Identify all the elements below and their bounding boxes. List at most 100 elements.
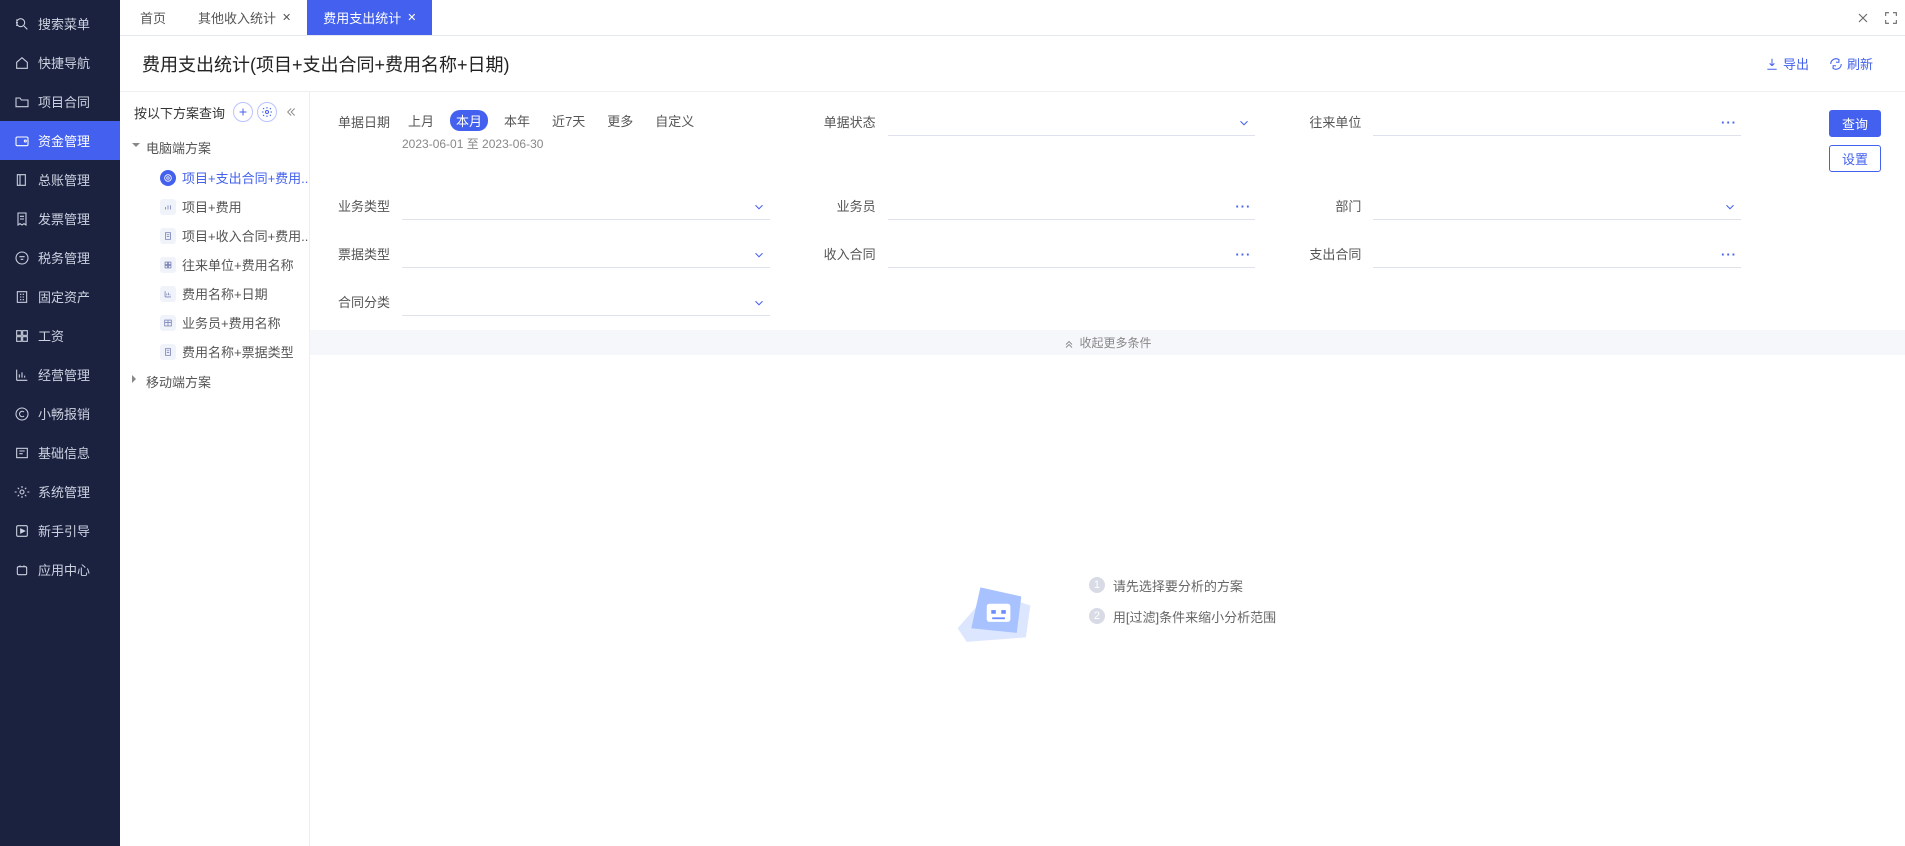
date-option-4[interactable]: 更多 (601, 110, 639, 131)
target-icon (160, 170, 176, 186)
scheme-title: 按以下方案查询 (134, 103, 225, 122)
main: 首页其他收入统计✕费用支出统计✕ 费用支出统计(项目+支出合同+费用名称+日期)… (120, 0, 1905, 846)
tree-item-0-4[interactable]: 费用名称+日期 (126, 279, 309, 308)
tab-0[interactable]: 首页 (124, 0, 182, 35)
tree-item-0-6[interactable]: 费用名称+票据类型 (126, 337, 309, 366)
expense-contract-picker[interactable]: ··· (1373, 242, 1741, 268)
sidebar-item-label: 应用中心 (38, 560, 90, 579)
sidebar-item-label: 小畅报销 (38, 404, 90, 423)
play-icon (14, 523, 30, 539)
biztype-select[interactable] (402, 194, 770, 220)
sidebar-item-3[interactable]: 资金管理 (0, 121, 120, 160)
sidebar-item-6[interactable]: 税务管理 (0, 238, 120, 277)
sidebar-item-1[interactable]: 快捷导航 (0, 43, 120, 82)
filter-expense-contract-label: 支出合同 (1305, 242, 1361, 263)
empty-step-2: 2 用[过滤]条件来缩小分析范围 (1089, 607, 1276, 626)
tree-group-1[interactable]: 移动端方案 (126, 366, 309, 397)
grid-icon (160, 257, 176, 273)
filter-biztype: 业务类型 (334, 194, 770, 220)
tree-item-0-2[interactable]: 项目+收入合同+费用... (126, 221, 309, 250)
doc-icon (160, 344, 176, 360)
tab-2[interactable]: 费用支出统计 ✕ (307, 0, 432, 35)
folder-icon (14, 94, 30, 110)
sidebar-item-14[interactable]: 应用中心 (0, 550, 120, 589)
query-button[interactable]: 查询 (1829, 110, 1881, 137)
fullscreen-button[interactable] (1877, 4, 1905, 32)
sidebar-item-5[interactable]: 发票管理 (0, 199, 120, 238)
date-options: 上月本月本年近7天更多自定义 (402, 110, 770, 131)
tab-label: 首页 (140, 8, 166, 27)
refresh-button[interactable]: 刷新 (1819, 50, 1883, 77)
sidebar-item-10[interactable]: 小畅报销 (0, 394, 120, 433)
gear-icon (14, 484, 30, 500)
settings-button[interactable]: 设置 (1829, 145, 1881, 172)
filter-clerk: 业务员 ··· (820, 194, 1256, 220)
tab-1[interactable]: 其他收入统计 ✕ (182, 0, 307, 35)
income-contract-picker[interactable]: ··· (888, 242, 1256, 268)
date-option-3[interactable]: 近7天 (546, 110, 591, 131)
contract-category-select[interactable] (402, 290, 770, 316)
filter-income-contract-label: 收入合同 (820, 242, 876, 263)
sidebar-item-13[interactable]: 新手引导 (0, 511, 120, 550)
sidebar-item-label: 工资 (38, 326, 64, 345)
clerk-picker[interactable]: ··· (888, 194, 1256, 220)
sidebar-item-label: 项目合同 (38, 92, 90, 111)
sidebar-item-label: 系统管理 (38, 482, 90, 501)
tab-close-icon[interactable]: ✕ (282, 11, 291, 24)
tree-item-label: 项目+费用 (182, 197, 242, 216)
sidebar-item-11[interactable]: 基础信息 (0, 433, 120, 472)
scheme-settings-button[interactable] (257, 102, 277, 122)
close-all-button[interactable] (1849, 4, 1877, 32)
add-scheme-button[interactable] (233, 102, 253, 122)
refresh-label: 刷新 (1847, 54, 1873, 73)
sidebar-item-label: 经营管理 (38, 365, 90, 384)
scheme-header: 按以下方案查询 (120, 92, 309, 132)
date-option-2[interactable]: 本年 (498, 110, 536, 131)
billtype-select[interactable] (402, 242, 770, 268)
empty-state: 1 请先选择要分析的方案 2 用[过滤]条件来缩小分析范围 (310, 355, 1905, 846)
sidebar-item-4[interactable]: 总账管理 (0, 160, 120, 199)
filter-unit: 往来单位 ··· (1305, 110, 1741, 172)
tabbar: 首页 其他收入统计 ✕ 费用支出统计 ✕ (120, 0, 1905, 36)
ellipsis-icon: ··· (1721, 247, 1737, 262)
home-icon (14, 55, 30, 71)
tab-close-icon[interactable]: ✕ (407, 11, 416, 24)
info-icon (14, 445, 30, 461)
tree-group-0[interactable]: 电脑端方案 (126, 132, 309, 163)
content: 单据日期 上月本月本年近7天更多自定义 2023-06-01 至 2023-06… (310, 92, 1905, 846)
empty-steps: 1 请先选择要分析的方案 2 用[过滤]条件来缩小分析范围 (1089, 576, 1276, 626)
tab-label: 其他收入统计 (198, 8, 276, 27)
sidebar-item-label: 资金管理 (38, 131, 90, 150)
sidebar-item-8[interactable]: 工资 (0, 316, 120, 355)
filter-date: 单据日期 上月本月本年近7天更多自定义 2023-06-01 至 2023-06… (334, 110, 770, 172)
sidebar-item-label: 税务管理 (38, 248, 90, 267)
search-icon (14, 16, 30, 32)
filter-biztype-label: 业务类型 (334, 194, 390, 215)
date-option-5[interactable]: 自定义 (649, 110, 700, 131)
tree-item-0-0[interactable]: 项目+支出合同+费用... (126, 163, 309, 192)
collapse-filters-bar[interactable]: 收起更多条件 (310, 330, 1905, 355)
grid-icon (14, 328, 30, 344)
wallet-icon (14, 133, 30, 149)
date-option-0[interactable]: 上月 (402, 110, 440, 131)
date-option-1[interactable]: 本月 (450, 110, 488, 131)
export-button[interactable]: 导出 (1755, 50, 1819, 77)
tree-item-0-3[interactable]: 往来单位+费用名称 (126, 250, 309, 279)
sidebar-item-0[interactable]: 搜索菜单 (0, 4, 120, 43)
unit-picker[interactable]: ··· (1373, 110, 1741, 136)
dept-select[interactable] (1373, 194, 1741, 220)
collapse-scheme-button[interactable] (281, 103, 299, 121)
status-select[interactable] (888, 110, 1256, 136)
filter-status-label: 单据状态 (820, 110, 876, 131)
tab-label: 费用支出统计 (323, 8, 401, 27)
sidebar-item-12[interactable]: 系统管理 (0, 472, 120, 511)
scheme-tree: 电脑端方案项目+支出合同+费用... 项目+费用项目+收入合同+费用...往来单位… (120, 132, 309, 397)
tree-item-0-5[interactable]: 业务员+费用名称 (126, 308, 309, 337)
sidebar-item-label: 基础信息 (38, 443, 90, 462)
filters: 单据日期 上月本月本年近7天更多自定义 2023-06-01 至 2023-06… (310, 92, 1905, 330)
sidebar-item-9[interactable]: 经营管理 (0, 355, 120, 394)
sidebar-item-7[interactable]: 固定资产 (0, 277, 120, 316)
tree-item-0-1[interactable]: 项目+费用 (126, 192, 309, 221)
sidebar-item-2[interactable]: 项目合同 (0, 82, 120, 121)
filter-billtype: 票据类型 (334, 242, 770, 268)
